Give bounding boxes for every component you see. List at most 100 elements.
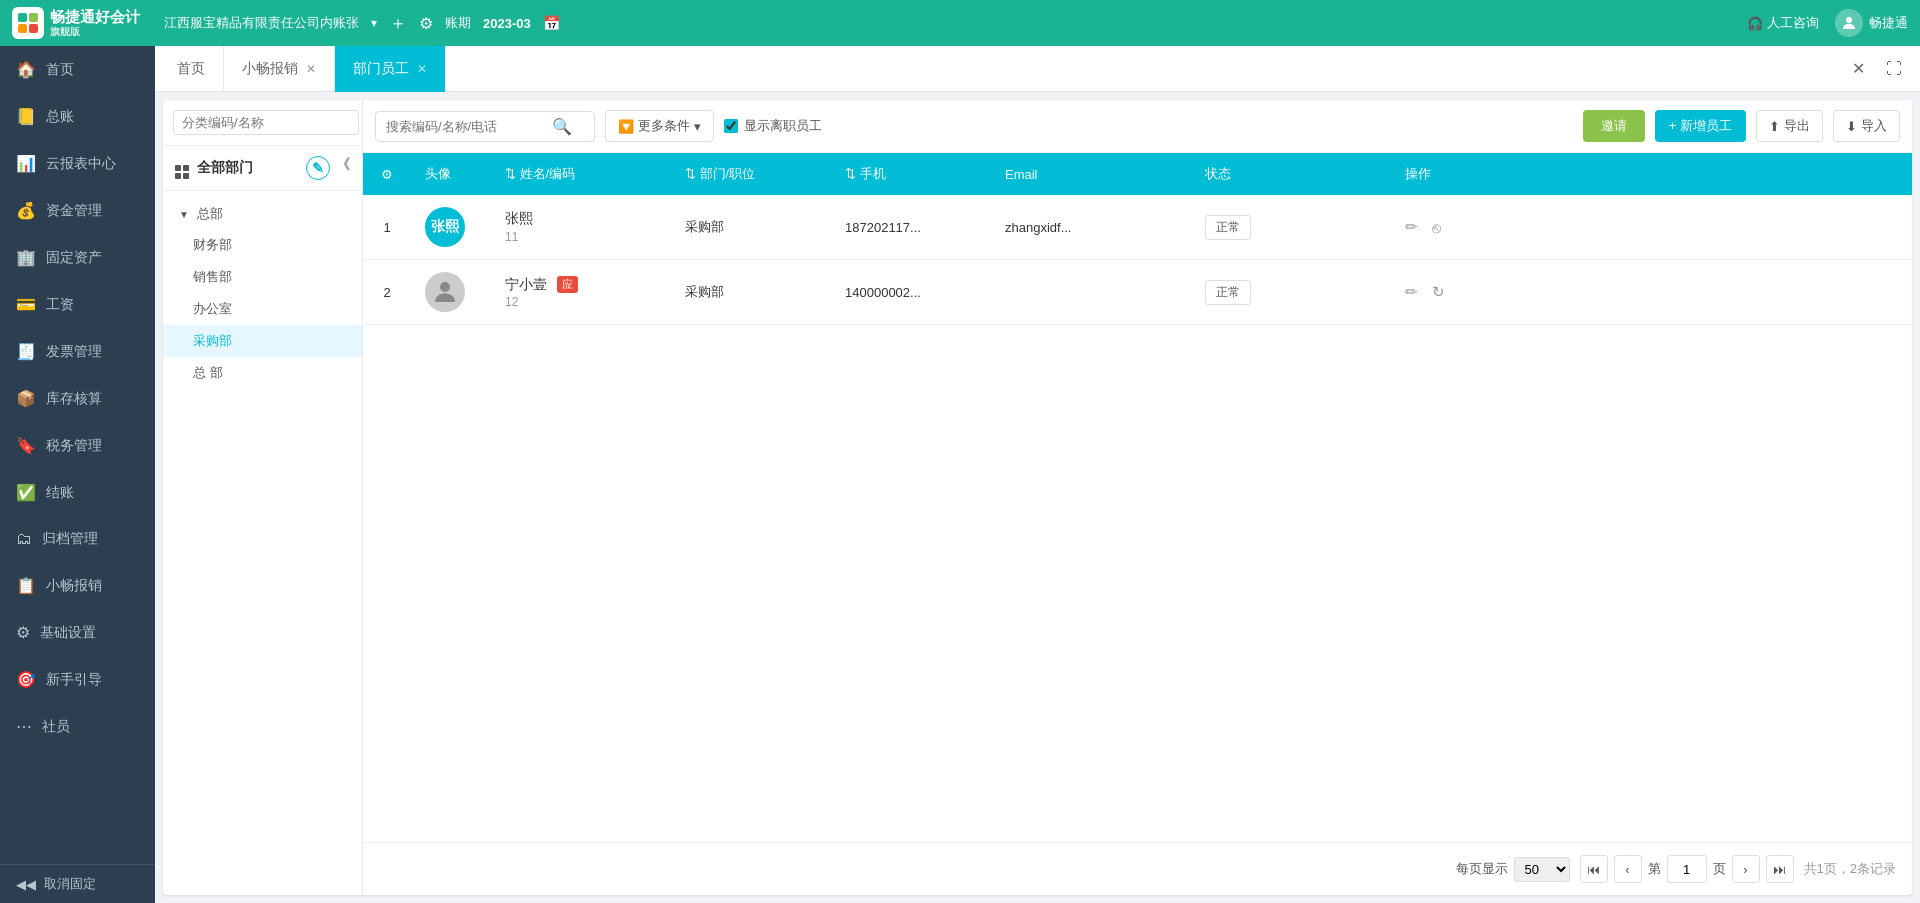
- page-size-selector[interactable]: 每页显示 50 10 20 100: [1456, 857, 1570, 882]
- tab-expense[interactable]: 小畅报销 ✕: [224, 46, 335, 92]
- tab-department[interactable]: 部门员工 ✕: [335, 46, 446, 92]
- show-resigned-checkbox-label[interactable]: 显示离职员工: [724, 117, 822, 135]
- tab-maximize-button[interactable]: ⛶: [1880, 55, 1908, 83]
- sidebar-item-funds[interactable]: 💰 资金管理: [0, 187, 155, 234]
- page-size-label: 每页显示: [1456, 860, 1508, 878]
- sidebar-item-inventory[interactable]: 📦 库存核算: [0, 375, 155, 422]
- add-employee-button[interactable]: + 新增员工: [1655, 110, 1746, 142]
- row1-status-cell: 正常: [1191, 195, 1391, 260]
- tax-icon: 🔖: [16, 436, 36, 455]
- page-label: 页: [1713, 860, 1726, 878]
- more-filter-button[interactable]: 🔽 更多条件 ▾: [605, 110, 714, 142]
- sidebar-item-expense[interactable]: 📋 小畅报销: [0, 562, 155, 609]
- row2-refresh-icon[interactable]: ↻: [1432, 283, 1445, 301]
- row2-avatar: [425, 272, 465, 312]
- employee-search-box[interactable]: 🔍: [375, 111, 595, 142]
- pin-icon: ◀◀: [16, 877, 36, 892]
- sidebar-label-invoice: 发票管理: [46, 343, 102, 361]
- calendar-icon[interactable]: 📅: [543, 15, 560, 31]
- dept-group-hq[interactable]: ▼ 总部: [163, 199, 362, 229]
- row1-edit-icon[interactable]: ✏: [1405, 218, 1418, 236]
- import-button[interactable]: ⬇ 导入: [1833, 110, 1900, 142]
- row1-avatar: 张熙: [425, 207, 465, 247]
- col-name-code[interactable]: ⇅ 姓名/编码: [491, 153, 671, 195]
- row2-email: [991, 260, 1191, 325]
- user-area[interactable]: 畅捷通: [1835, 9, 1908, 37]
- prev-page-button[interactable]: ‹: [1614, 855, 1642, 883]
- home-icon: 🏠: [16, 60, 36, 79]
- company-dropdown-icon[interactable]: ▾: [371, 16, 377, 30]
- app-title: 畅捷通好会计: [50, 8, 140, 27]
- employee-table: ⚙ 头像 ⇅ 姓名/编码 ⇅ 部门/职位 ⇅ 手机 Email 状态 操作: [363, 153, 1912, 325]
- import-icon: ⬇: [1846, 119, 1857, 134]
- sidebar-label-home: 首页: [46, 61, 74, 79]
- dept-item-sales[interactable]: 销售部: [163, 261, 362, 293]
- employee-search-input[interactable]: [386, 119, 546, 134]
- employee-table-container: ⚙ 头像 ⇅ 姓名/编码 ⇅ 部门/职位 ⇅ 手机 Email 状态 操作: [363, 153, 1912, 842]
- cancel-pin-button[interactable]: ◀◀ 取消固定: [0, 864, 155, 903]
- more-filter-label: 更多条件: [638, 117, 690, 135]
- sidebar-item-assets[interactable]: 🏢 固定资产: [0, 234, 155, 281]
- settings-icon[interactable]: ⚙: [419, 14, 433, 33]
- dept-item-hq-sub[interactable]: 总 部: [163, 357, 362, 389]
- page-input[interactable]: [1667, 855, 1707, 883]
- row2-actions-cell: ✏ ↻: [1391, 260, 1912, 325]
- row2-edit-icon[interactable]: ✏: [1405, 283, 1418, 301]
- sidebar-label-archive: 归档管理: [42, 530, 98, 548]
- filter-icon: 🔽: [618, 119, 634, 134]
- tab-home[interactable]: 首页: [159, 46, 224, 92]
- funds-icon: 💰: [16, 201, 36, 220]
- dept-office-label: 办公室: [193, 301, 232, 316]
- sidebar-item-payroll[interactable]: 💳 工资: [0, 281, 155, 328]
- page-size-select[interactable]: 50 10 20 100: [1514, 857, 1570, 882]
- row1-index: 1: [363, 195, 411, 260]
- sidebar-item-archive[interactable]: 🗂 归档管理: [0, 516, 155, 562]
- dept-search-input[interactable]: [173, 110, 359, 135]
- invite-button[interactable]: 邀请: [1583, 110, 1645, 142]
- col-dept-position[interactable]: ⇅ 部门/职位: [671, 153, 831, 195]
- dept-sales-label: 销售部: [193, 269, 232, 284]
- tab-department-close-icon[interactable]: ✕: [417, 62, 427, 76]
- sidebar-item-more[interactable]: ⋯ 社员: [0, 703, 155, 750]
- sidebar-item-reports[interactable]: 📊 云报表中心: [0, 140, 155, 187]
- headset-icon: 🎧: [1747, 16, 1763, 31]
- add-company-button[interactable]: ＋: [389, 11, 407, 35]
- dept-item-finance[interactable]: 财务部: [163, 229, 362, 261]
- row1-avatar-cell: 张熙: [411, 195, 491, 260]
- tab-expense-close-icon[interactable]: ✕: [306, 62, 316, 76]
- reports-icon: 📊: [16, 154, 36, 173]
- col-avatar: 头像: [411, 153, 491, 195]
- next-page-button[interactable]: ›: [1732, 855, 1760, 883]
- edit-dept-icon[interactable]: ✎: [306, 156, 330, 180]
- row2-code: 12: [505, 295, 518, 309]
- sidebar-label-tax: 税务管理: [46, 437, 102, 455]
- tab-close-window-button[interactable]: ✕: [1844, 55, 1872, 83]
- export-label: 导出: [1784, 117, 1810, 135]
- show-resigned-checkbox[interactable]: [724, 119, 738, 133]
- expand-triangle-icon: ▼: [179, 209, 189, 220]
- sidebar-item-settings[interactable]: ⚙ 基础设置: [0, 609, 155, 656]
- dept-item-purchase[interactable]: 采购部: [163, 325, 362, 357]
- pagination-total: 共1页，2条记录: [1804, 860, 1896, 878]
- company-name: 江西服宝精品有限责任公司内账张: [164, 14, 359, 32]
- row2-name-cell: 宁小壹 应 12: [491, 260, 671, 325]
- sidebar-item-guide[interactable]: 🎯 新手引导: [0, 656, 155, 703]
- support-button[interactable]: 🎧 人工咨询: [1747, 14, 1819, 32]
- sidebar-item-close[interactable]: ✅ 结账: [0, 469, 155, 516]
- col-settings[interactable]: ⚙: [363, 153, 411, 195]
- dept-group-hq-label: 总部: [197, 206, 223, 221]
- pagination: 每页显示 50 10 20 100 ⏮ ‹ 第 页: [363, 842, 1912, 895]
- dept-item-office[interactable]: 办公室: [163, 293, 362, 325]
- sidebar-item-invoice[interactable]: 🧾 发票管理: [0, 328, 155, 375]
- employee-search-icon[interactable]: 🔍: [552, 117, 572, 136]
- row1-logout-icon[interactable]: ⎋: [1432, 219, 1441, 236]
- sidebar-item-tax[interactable]: 🔖 税务管理: [0, 422, 155, 469]
- sidebar-item-ledger[interactable]: 📒 总账: [0, 93, 155, 140]
- last-page-button[interactable]: ⏭: [1766, 855, 1794, 883]
- first-page-button[interactable]: ⏮: [1580, 855, 1608, 883]
- department-panel: 🔍 全部部门 ✎ 《 ▼ 总部: [163, 100, 363, 895]
- col-phone[interactable]: ⇅ 手机: [831, 153, 991, 195]
- export-button[interactable]: ⬆ 导出: [1756, 110, 1823, 142]
- sidebar-item-home[interactable]: 🏠 首页: [0, 46, 155, 93]
- collapse-dept-icon[interactable]: 《: [336, 156, 350, 180]
